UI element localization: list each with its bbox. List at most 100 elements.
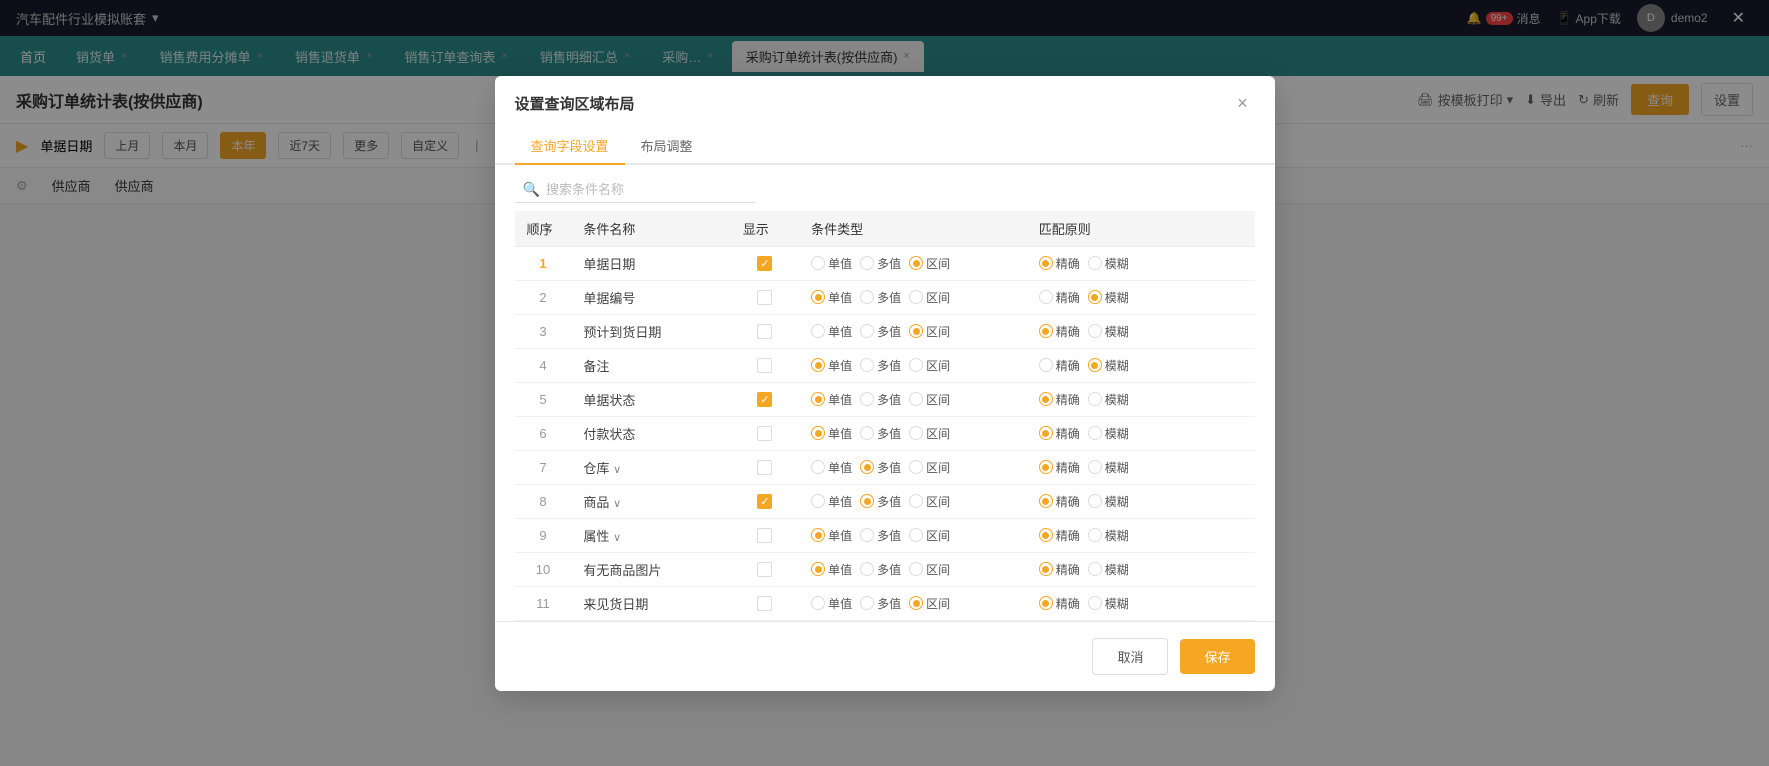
checkbox-show-6[interactable]	[757, 460, 772, 475]
match-radio-精确-4[interactable]	[1039, 392, 1053, 406]
match-radio-模糊-4[interactable]	[1088, 392, 1102, 406]
match-option-模糊-1[interactable]: 模糊	[1088, 289, 1129, 306]
match-radio-精确-3[interactable]	[1039, 358, 1053, 372]
match-radio-精确-0[interactable]	[1039, 256, 1053, 270]
type-option-区间-8[interactable]: 区间	[909, 527, 950, 544]
match-option-精确-6[interactable]: 精确	[1039, 459, 1080, 476]
type-option-区间-1[interactable]: 区间	[909, 289, 950, 306]
match-radio-模糊-1[interactable]	[1088, 290, 1102, 304]
match-radio-精确-9[interactable]	[1039, 562, 1053, 576]
type-option-区间-4[interactable]: 区间	[909, 391, 950, 408]
match-option-模糊-3[interactable]: 模糊	[1088, 357, 1129, 374]
type-option-多值-2[interactable]: 多值	[860, 323, 901, 340]
type-option-区间-6[interactable]: 区间	[909, 459, 950, 476]
modal-tab-layout[interactable]: 布局调整	[625, 128, 709, 165]
type-option-多值-6[interactable]: 多值	[860, 459, 901, 476]
type-radio-单值-7[interactable]	[811, 494, 825, 508]
type-option-区间-0[interactable]: 区间	[909, 255, 950, 272]
type-radio-单值-8[interactable]	[811, 528, 825, 542]
type-radio-区间-4[interactable]	[909, 392, 923, 406]
type-option-区间-9[interactable]: 区间	[909, 561, 950, 578]
type-radio-单值-4[interactable]	[811, 392, 825, 406]
match-option-精确-9[interactable]: 精确	[1039, 561, 1080, 578]
type-radio-多值-6[interactable]	[860, 460, 874, 474]
match-option-精确-3[interactable]: 精确	[1039, 357, 1080, 374]
type-option-多值-7[interactable]: 多值	[860, 493, 901, 510]
checkbox-show-9[interactable]	[757, 562, 772, 577]
match-option-精确-5[interactable]: 精确	[1039, 425, 1080, 442]
type-radio-区间-8[interactable]	[909, 528, 923, 542]
match-radio-精确-7[interactable]	[1039, 494, 1053, 508]
type-option-单值-4[interactable]: 单值	[811, 391, 852, 408]
type-option-区间-5[interactable]: 区间	[909, 425, 950, 442]
type-radio-区间-2[interactable]	[909, 324, 923, 338]
match-option-精确-1[interactable]: 精确	[1039, 289, 1080, 306]
match-option-精确-10[interactable]: 精确	[1039, 595, 1080, 612]
type-option-单值-5[interactable]: 单值	[811, 425, 852, 442]
type-radio-多值-9[interactable]	[860, 562, 874, 576]
match-radio-模糊-9[interactable]	[1088, 562, 1102, 576]
type-option-区间-3[interactable]: 区间	[909, 357, 950, 374]
save-button[interactable]: 保存	[1180, 639, 1254, 674]
type-radio-区间-9[interactable]	[909, 562, 923, 576]
type-radio-多值-5[interactable]	[860, 426, 874, 440]
type-option-单值-1[interactable]: 单值	[811, 289, 852, 306]
type-radio-区间-0[interactable]	[909, 256, 923, 270]
match-option-模糊-5[interactable]: 模糊	[1088, 425, 1129, 442]
type-option-单值-6[interactable]: 单值	[811, 459, 852, 476]
search-input[interactable]	[546, 182, 726, 197]
type-option-区间-2[interactable]: 区间	[909, 323, 950, 340]
type-radio-单值-3[interactable]	[811, 358, 825, 372]
type-option-多值-10[interactable]: 多值	[860, 595, 901, 612]
type-option-区间-7[interactable]: 区间	[909, 493, 950, 510]
type-radio-多值-4[interactable]	[860, 392, 874, 406]
match-option-模糊-10[interactable]: 模糊	[1088, 595, 1129, 612]
match-radio-模糊-2[interactable]	[1088, 324, 1102, 338]
checkbox-show-0[interactable]	[757, 256, 772, 271]
checkbox-show-7[interactable]	[757, 494, 772, 509]
type-radio-多值-8[interactable]	[860, 528, 874, 542]
type-radio-区间-6[interactable]	[909, 460, 923, 474]
match-radio-模糊-5[interactable]	[1088, 426, 1102, 440]
checkbox-show-1[interactable]	[757, 290, 772, 305]
match-radio-模糊-7[interactable]	[1088, 494, 1102, 508]
type-option-单值-9[interactable]: 单值	[811, 561, 852, 578]
type-radio-单值-5[interactable]	[811, 426, 825, 440]
checkbox-show-5[interactable]	[757, 426, 772, 441]
type-radio-区间-7[interactable]	[909, 494, 923, 508]
match-radio-模糊-0[interactable]	[1088, 256, 1102, 270]
match-option-模糊-7[interactable]: 模糊	[1088, 493, 1129, 510]
match-radio-精确-6[interactable]	[1039, 460, 1053, 474]
match-option-精确-0[interactable]: 精确	[1039, 255, 1080, 272]
name-arrow-7[interactable]: ∨	[613, 498, 621, 510]
type-option-多值-5[interactable]: 多值	[860, 425, 901, 442]
type-radio-单值-0[interactable]	[811, 256, 825, 270]
match-option-模糊-6[interactable]: 模糊	[1088, 459, 1129, 476]
match-radio-精确-1[interactable]	[1039, 290, 1053, 304]
type-radio-单值-1[interactable]	[811, 290, 825, 304]
match-radio-模糊-3[interactable]	[1088, 358, 1102, 372]
match-radio-精确-5[interactable]	[1039, 426, 1053, 440]
type-radio-单值-9[interactable]	[811, 562, 825, 576]
modal-tab-query[interactable]: 查询字段设置	[515, 128, 625, 165]
match-radio-模糊-6[interactable]	[1088, 460, 1102, 474]
type-radio-多值-2[interactable]	[860, 324, 874, 338]
type-option-多值-3[interactable]: 多值	[860, 357, 901, 374]
type-radio-多值-7[interactable]	[860, 494, 874, 508]
type-radio-多值-10[interactable]	[860, 596, 874, 610]
type-option-区间-10[interactable]: 区间	[909, 595, 950, 612]
match-option-模糊-4[interactable]: 模糊	[1088, 391, 1129, 408]
name-arrow-8[interactable]: ∨	[613, 532, 621, 544]
type-option-多值-9[interactable]: 多值	[860, 561, 901, 578]
type-option-单值-0[interactable]: 单值	[811, 255, 852, 272]
type-radio-区间-5[interactable]	[909, 426, 923, 440]
match-option-精确-8[interactable]: 精确	[1039, 527, 1080, 544]
type-option-单值-7[interactable]: 单值	[811, 493, 852, 510]
match-option-模糊-8[interactable]: 模糊	[1088, 527, 1129, 544]
checkbox-show-4[interactable]	[757, 392, 772, 407]
checkbox-show-8[interactable]	[757, 528, 772, 543]
type-option-多值-0[interactable]: 多值	[860, 255, 901, 272]
type-radio-单值-10[interactable]	[811, 596, 825, 610]
checkbox-show-3[interactable]	[757, 358, 772, 373]
checkbox-show-10[interactable]	[757, 596, 772, 611]
